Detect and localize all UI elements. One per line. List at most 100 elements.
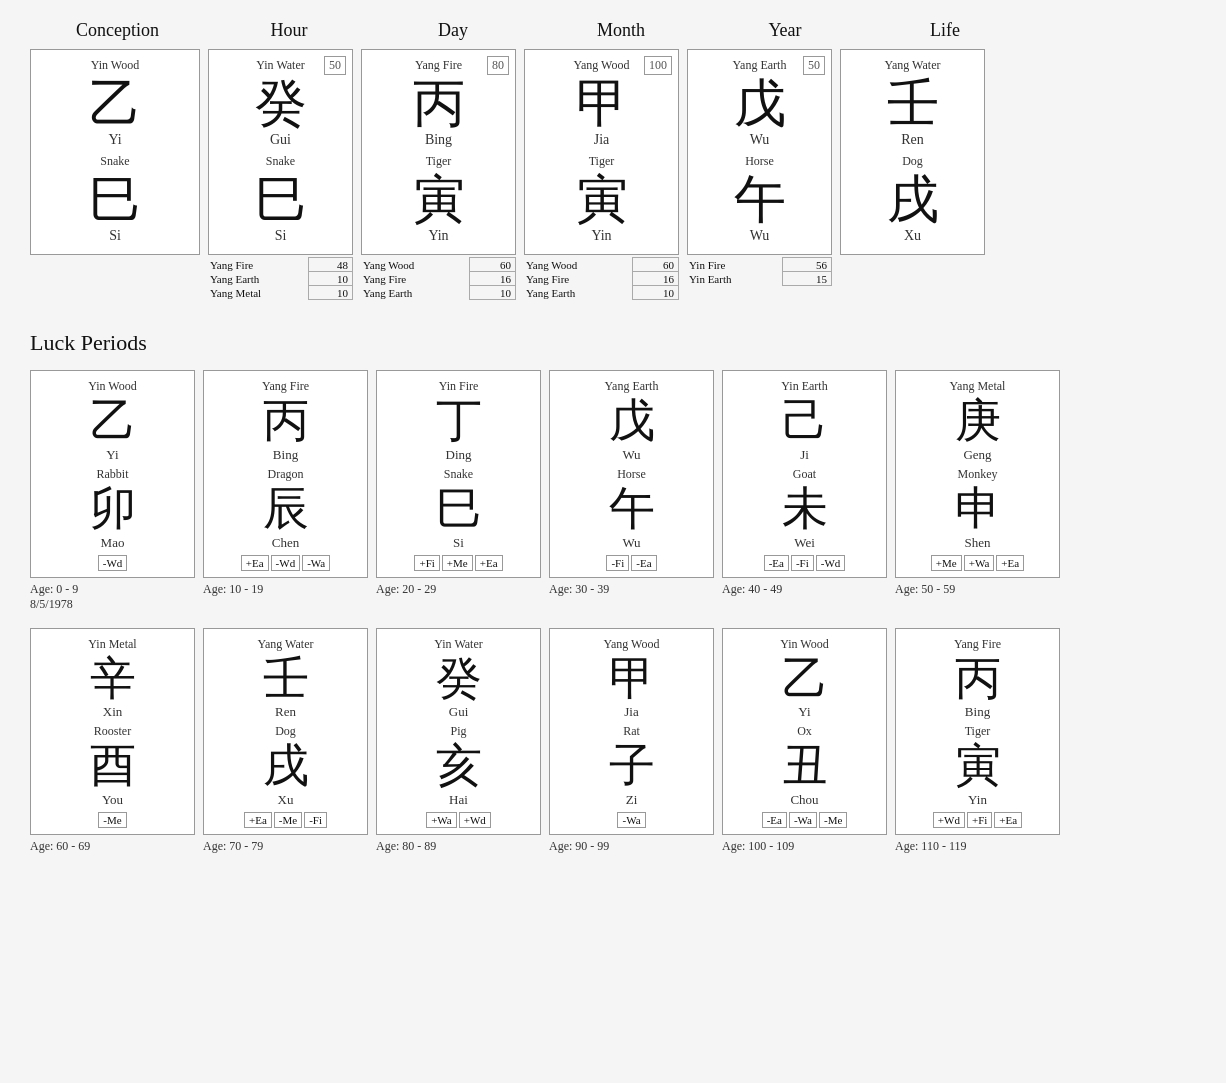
header-conception: Conception xyxy=(30,20,205,41)
year-hidden-2: Yin Earth 15 xyxy=(687,272,832,286)
luck-1-branch-label: Dragon xyxy=(214,467,357,482)
luck-2-tag-0: +Fi xyxy=(414,555,439,571)
luck-r2-3-stem-kanji: 甲 xyxy=(560,654,703,705)
luck-row-2: Yin Metal 辛 Xin Rooster 酉 You -Me Age: 6… xyxy=(30,628,1196,854)
luck-1-stem-kanji: 丙 xyxy=(214,396,357,447)
day-hidden-2-score: 16 xyxy=(469,272,515,286)
hour-hidden-elements: Yang Fire 48 Yang Earth 10 Yang Metal 10 xyxy=(208,257,353,300)
hour-score: 50 xyxy=(324,56,346,75)
pillar-conception: Yin Wood 乙 Yi Snake 巳 Si xyxy=(30,49,200,255)
header-hour: Hour xyxy=(213,20,365,41)
luck-card-0: Yin Wood 乙 Yi Rabbit 卯 Mao -Wd Age: 0 - … xyxy=(30,370,195,611)
luck-r2-5-branch-label: Tiger xyxy=(906,724,1049,739)
luck-1-stem-romanji: Bing xyxy=(214,447,357,463)
luck-r2-1-tag-1: -Me xyxy=(274,812,302,828)
luck-0-stem-kanji: 乙 xyxy=(41,396,184,447)
luck-r2-4-age: Age: 100 - 109 xyxy=(722,839,887,854)
year-stem-romanji: Wu xyxy=(700,132,819,148)
year-hidden-1-score: 56 xyxy=(783,258,832,272)
luck-5-tag-0: +Me xyxy=(931,555,962,571)
day-hidden-elements: Yang Wood 60 Yang Fire 16 Yang Earth 10 xyxy=(361,257,516,300)
luck-r2-2-tags: +Wa +Wd xyxy=(387,812,530,828)
luck-r2-3-stem-label: Yang Wood xyxy=(560,637,703,652)
hour-hidden-1-label: Yang Fire xyxy=(208,258,309,272)
luck-4-branch-romanji: Wei xyxy=(733,535,876,551)
luck-0-branch-romanji: Mao xyxy=(41,535,184,551)
month-stem-kanji: 甲 xyxy=(537,75,666,132)
luck-r2-2-age: Age: 80 - 89 xyxy=(376,839,541,854)
luck-card-r2-5: Yang Fire 丙 Bing Tiger 寅 Yin +Wd +Fi +Ea… xyxy=(895,628,1060,854)
luck-1-tag-0: +Ea xyxy=(241,555,269,571)
luck-2-stem-label: Yin Fire xyxy=(387,379,530,394)
luck-3-stem-kanji: 戊 xyxy=(560,396,703,447)
luck-r2-4-branch-kanji: 丑 xyxy=(733,741,876,792)
luck-4-tag-2: -Wd xyxy=(816,555,846,571)
luck-r2-2-branch-romanji: Hai xyxy=(387,792,530,808)
luck-section-title: Luck Periods xyxy=(30,330,1196,356)
luck-1-branch-romanji: Chen xyxy=(214,535,357,551)
luck-r2-2-branch-kanji: 亥 xyxy=(387,741,530,792)
hour-hidden-3: Yang Metal 10 xyxy=(208,286,353,300)
luck-r2-3-branch-kanji: 子 xyxy=(560,741,703,792)
hour-hidden-1-score: 48 xyxy=(309,258,353,272)
pillars-row: Yin Wood 乙 Yi Snake 巳 Si 50 Yin Water 癸 … xyxy=(30,49,1196,300)
conception-stem-kanji: 乙 xyxy=(43,75,187,132)
luck-r2-1-tags: +Ea -Me -Fi xyxy=(214,812,357,828)
luck-r2-1-age: Age: 70 - 79 xyxy=(203,839,368,854)
luck-r2-0-branch-kanji: 酉 xyxy=(41,741,184,792)
luck-r2-3-branch-label: Rat xyxy=(560,724,703,739)
luck-3-branch-romanji: Wu xyxy=(560,535,703,551)
luck-r2-4-tag-1: -Wa xyxy=(789,812,817,828)
luck-card-3: Yang Earth 戊 Wu Horse 午 Wu -Fi -Ea Age: … xyxy=(549,370,714,611)
luck-r2-5-tag-2: +Ea xyxy=(994,812,1022,828)
pillar-day: 80 Yang Fire 丙 Bing Tiger 寅 Yin Yang Woo… xyxy=(361,49,516,300)
day-hidden-2: Yang Fire 16 xyxy=(361,272,516,286)
luck-5-branch-label: Monkey xyxy=(906,467,1049,482)
luck-0-stem-romanji: Yi xyxy=(41,447,184,463)
year-hidden-1-label: Yin Fire xyxy=(687,258,783,272)
month-hidden-1-label: Yang Wood xyxy=(524,258,632,272)
month-score: 100 xyxy=(644,56,672,75)
day-branch-kanji: 寅 xyxy=(374,171,503,228)
luck-r2-1-branch-kanji: 戌 xyxy=(214,741,357,792)
year-branch-romanji: Wu xyxy=(700,228,819,244)
hour-hidden-2-label: Yang Earth xyxy=(208,272,309,286)
luck-r2-0-tags: -Me xyxy=(41,812,184,828)
day-stem-kanji: 丙 xyxy=(374,75,503,132)
luck-0-age: Age: 0 - 9 xyxy=(30,582,195,597)
luck-card-1: Yang Fire 丙 Bing Dragon 辰 Chen +Ea -Wd -… xyxy=(203,370,368,611)
month-branch-label: Tiger xyxy=(537,154,666,169)
day-branch-label: Tiger xyxy=(374,154,503,169)
luck-2-branch-label: Snake xyxy=(387,467,530,482)
luck-r2-1-tag-2: -Fi xyxy=(304,812,327,828)
luck-card-r2-3: Yang Wood 甲 Jia Rat 子 Zi -Wa Age: 90 - 9… xyxy=(549,628,714,854)
hour-stem-romanji: Gui xyxy=(221,132,340,148)
month-hidden-1: Yang Wood 60 xyxy=(524,258,679,272)
pillar-month: 100 Yang Wood 甲 Jia Tiger 寅 Yin Yang Woo… xyxy=(524,49,679,300)
luck-5-branch-kanji: 申 xyxy=(906,484,1049,535)
day-branch-romanji: Yin xyxy=(374,228,503,244)
year-hidden-elements: Yin Fire 56 Yin Earth 15 xyxy=(687,257,832,286)
luck-row-1: Yin Wood 乙 Yi Rabbit 卯 Mao -Wd Age: 0 - … xyxy=(30,370,1196,611)
conception-branch-label: Snake xyxy=(43,154,187,169)
day-hidden-3: Yang Earth 10 xyxy=(361,286,516,300)
luck-r2-5-stem-kanji: 丙 xyxy=(906,654,1049,705)
luck-r2-4-tag-2: -Me xyxy=(819,812,847,828)
luck-r2-0-age: Age: 60 - 69 xyxy=(30,839,195,854)
luck-r2-5-age: Age: 110 - 119 xyxy=(895,839,1060,854)
luck-r2-1-stem-romanji: Ren xyxy=(214,704,357,720)
year-branch-label: Horse xyxy=(700,154,819,169)
year-hidden-2-label: Yin Earth xyxy=(687,272,783,286)
luck-r2-5-tag-0: +Wd xyxy=(933,812,965,828)
month-hidden-3-score: 10 xyxy=(632,286,678,300)
luck-r2-3-age: Age: 90 - 99 xyxy=(549,839,714,854)
luck-r2-2-tag-1: +Wd xyxy=(459,812,491,828)
day-stem-label: Yang Fire xyxy=(374,58,503,73)
month-hidden-2: Yang Fire 16 xyxy=(524,272,679,286)
luck-3-stem-label: Yang Earth xyxy=(560,379,703,394)
luck-3-stem-romanji: Wu xyxy=(560,447,703,463)
luck-1-age: Age: 10 - 19 xyxy=(203,582,368,597)
day-hidden-1-label: Yang Wood xyxy=(361,258,469,272)
luck-4-age: Age: 40 - 49 xyxy=(722,582,887,597)
luck-r2-4-stem-kanji: 乙 xyxy=(733,654,876,705)
